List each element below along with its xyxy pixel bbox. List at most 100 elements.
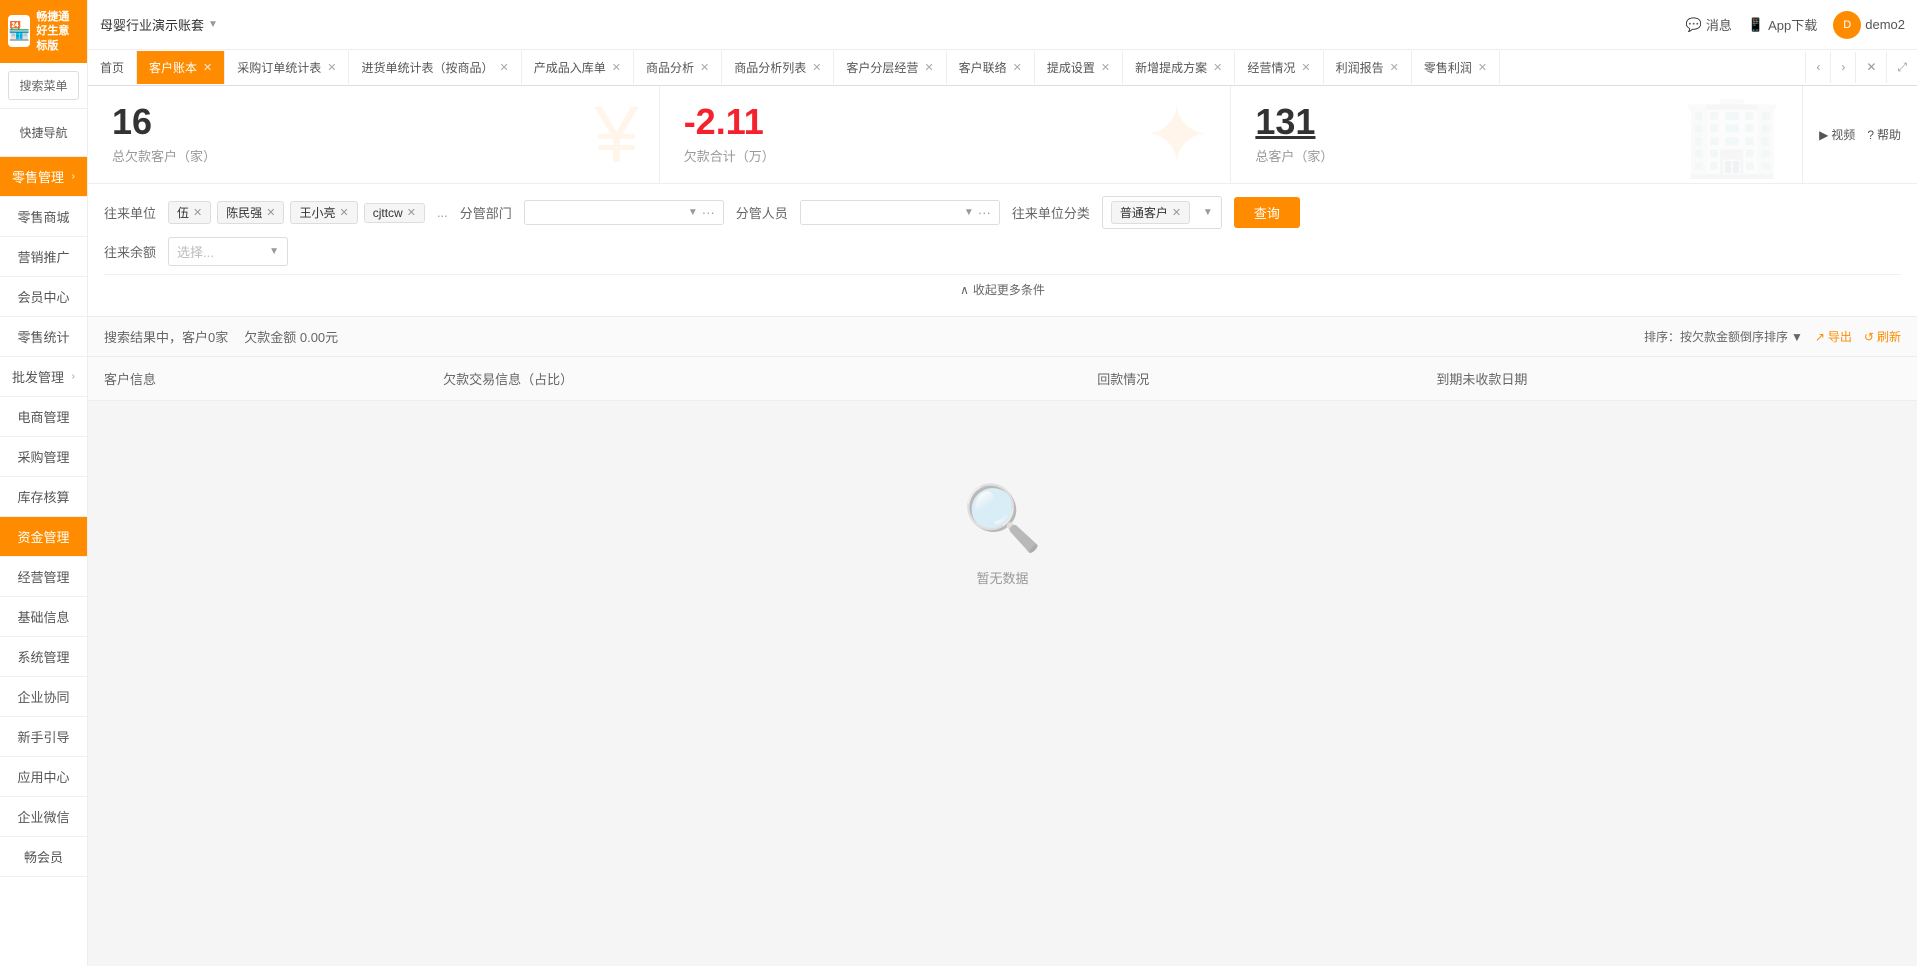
filter-tag-remove[interactable]: ✕ — [266, 206, 275, 219]
tab-close-icon[interactable]: ✕ — [1101, 61, 1110, 74]
tab-close-all-button[interactable]: ✕ — [1855, 52, 1886, 83]
tab-7[interactable]: 客户分层经营✕ — [834, 51, 946, 84]
tab-close-icon[interactable]: ✕ — [500, 61, 509, 74]
collapse-label: 收起更多条件 — [973, 281, 1045, 298]
person-filter-label: 分管人员 — [736, 203, 788, 222]
export-button[interactable]: ↗ 导出 — [1815, 328, 1852, 345]
filter-tag-remove[interactable]: ✕ — [407, 206, 416, 219]
account-selector[interactable]: 母婴行业演示账套 ▼ — [100, 15, 218, 34]
tab-close-icon[interactable]: ✕ — [812, 61, 821, 74]
help-link[interactable]: ? 帮助 — [1867, 126, 1901, 143]
tab-label: 零售利润 — [1424, 59, 1472, 76]
tab-13[interactable]: 零售利润 ✕ — [1412, 51, 1500, 84]
quick-nav-button[interactable]: 快捷导航 — [8, 117, 79, 148]
sidebar-item-2[interactable]: 营销推广 — [0, 237, 87, 277]
tab-6[interactable]: 商品分析列表✕ — [722, 51, 834, 84]
stat-amount-label: 欠款合计（万） — [684, 146, 1207, 165]
sidebar-item-5[interactable]: 批发管理› — [0, 357, 87, 397]
sidebar-item-3[interactable]: 会员中心 — [0, 277, 87, 317]
tab-close-icon[interactable]: ✕ — [1301, 61, 1310, 74]
sidebar-item-17[interactable]: 畅会员 — [0, 837, 87, 877]
more-tags-indicator[interactable]: ... — [437, 205, 448, 220]
tab-4[interactable]: 产成品入库单✕ — [522, 51, 634, 84]
tab-prev-button[interactable]: ‹ — [1805, 52, 1830, 83]
tab-10[interactable]: 新增提成方案✕ — [1123, 51, 1235, 84]
customers-bg-icon: ¥ — [594, 89, 639, 181]
person-select[interactable]: ▼ ··· — [800, 200, 1000, 225]
sidebar-item-1[interactable]: 零售商城 — [0, 197, 87, 237]
messages-button[interactable]: 💬 消息 — [1686, 15, 1732, 34]
topbar-right: 💬 消息 📱 App下载 D demo2 — [1686, 11, 1905, 39]
sidebar-item-14[interactable]: 新手引导 — [0, 717, 87, 757]
tab-close-icon[interactable]: ✕ — [203, 61, 212, 74]
sidebar-item-10[interactable]: 经营管理 — [0, 557, 87, 597]
balance-select[interactable]: 选择... ▼ — [168, 237, 288, 266]
sidebar-item-label: 畅会员 — [24, 847, 63, 866]
table-col-1: 欠款交易信息（占比） — [427, 357, 1081, 401]
sidebar-item-6[interactable]: 电商管理 — [0, 397, 87, 437]
sidebar-item-7[interactable]: 采购管理 — [0, 437, 87, 477]
tab-close-icon[interactable]: ✕ — [924, 61, 933, 74]
tab-close-icon[interactable]: ✕ — [1013, 61, 1022, 74]
user-profile[interactable]: D demo2 — [1833, 11, 1905, 39]
logo-icon: 🏪 — [8, 15, 30, 47]
play-icon: ▶ — [1819, 128, 1828, 142]
filter-tag-remove[interactable]: ✕ — [340, 206, 349, 219]
filter-tag: 伍✕ — [168, 201, 211, 224]
tab-fullscreen-button[interactable]: ⤢ — [1886, 52, 1917, 83]
refresh-button[interactable]: ↺ 刷新 — [1864, 328, 1901, 345]
tab-9[interactable]: 提成设置✕ — [1035, 51, 1123, 84]
tab-close-icon[interactable]: ✕ — [327, 61, 336, 74]
app-download-button[interactable]: 📱 App下载 — [1748, 15, 1817, 34]
stats-header: ¥ 16 总欠款客户（家） ✦ -2.11 欠款合计（万） 🏢 131 总客户（… — [88, 86, 1917, 184]
sidebar-item-9[interactable]: 资金管理 — [0, 517, 87, 557]
sidebar-item-11[interactable]: 基础信息 — [0, 597, 87, 637]
dept-select[interactable]: ▼ ··· — [524, 200, 724, 225]
tab-11[interactable]: 经营情况✕ — [1235, 51, 1323, 84]
dept-caret-icon: ▼ — [688, 207, 698, 218]
query-button[interactable]: 查询 — [1234, 197, 1300, 228]
sidebar-item-12[interactable]: 系统管理 — [0, 637, 87, 677]
amount-bg-icon: ✦ — [1143, 88, 1210, 181]
tab-12[interactable]: 利润报告✕ — [1324, 51, 1412, 84]
filter-tag-remove[interactable]: ✕ — [193, 206, 202, 219]
tab-5[interactable]: 商品分析✕ — [634, 51, 722, 84]
sidebar-item-8[interactable]: 库存核算 — [0, 477, 87, 517]
filter-tag-value: cjttcw — [373, 206, 403, 220]
tab-0[interactable]: 首页 — [88, 51, 137, 84]
tab-close-icon[interactable]: ✕ — [612, 61, 621, 74]
tab-next-button[interactable]: › — [1830, 52, 1855, 83]
sidebar-item-label: 基础信息 — [17, 607, 69, 626]
sidebar-item-label: 企业微信 — [17, 807, 69, 826]
result-actions: 排序：按欠款金额倒序排序 ▼ ↗ 导出 ↺ 刷新 — [1644, 328, 1901, 345]
category-select[interactable]: 普通客户 ✕ ▼ — [1102, 196, 1222, 229]
category-tag-value: 普通客户 — [1120, 204, 1168, 221]
sidebar-item-label: 采购管理 — [17, 447, 69, 466]
sidebar-item-0[interactable]: 零售管理› — [0, 157, 87, 197]
sidebar-item-15[interactable]: 应用中心 — [0, 757, 87, 797]
stat-amount-number: -2.11 — [684, 104, 1207, 140]
sort-button[interactable]: 排序：按欠款金额倒序排序 ▼ — [1644, 328, 1803, 345]
sidebar-item-label: 会员中心 — [17, 287, 69, 306]
sidebar-item-16[interactable]: 企业微信 — [0, 797, 87, 837]
tab-close-icon[interactable]: ✕ — [700, 61, 709, 74]
chevron-right-icon: › — [72, 371, 75, 382]
refresh-icon: ↺ — [1864, 330, 1874, 344]
tab-close-icon[interactable]: ✕ — [1213, 61, 1222, 74]
tab-close-icon[interactable]: ✕ — [1390, 61, 1399, 74]
collapse-button[interactable]: ∧ 收起更多条件 — [104, 274, 1901, 304]
sidebar-item-label: 经营管理 — [17, 567, 69, 586]
avatar: D — [1833, 11, 1861, 39]
sidebar-item-4[interactable]: 零售统计 — [0, 317, 87, 357]
sidebar-item-13[interactable]: 企业协同 — [0, 677, 87, 717]
video-link[interactable]: ▶ 视频 — [1819, 126, 1855, 143]
tab-3[interactable]: 进货单统计表（按商品）✕ — [349, 51, 521, 84]
tab-1[interactable]: 客户账本✕ — [137, 51, 225, 84]
category-filter-label: 往来单位分类 — [1012, 203, 1090, 222]
tab-8[interactable]: 客户联络✕ — [947, 51, 1035, 84]
tab-2[interactable]: 采购订单统计表✕ — [225, 51, 349, 84]
category-tag-remove[interactable]: ✕ — [1172, 206, 1181, 219]
tabbar: 首页客户账本✕采购订单统计表✕进货单统计表（按商品）✕产成品入库单✕商品分析✕商… — [88, 50, 1917, 86]
tab-close-icon[interactable]: ✕ — [1478, 61, 1487, 74]
search-menu-button[interactable]: 搜索菜单 — [8, 71, 79, 100]
